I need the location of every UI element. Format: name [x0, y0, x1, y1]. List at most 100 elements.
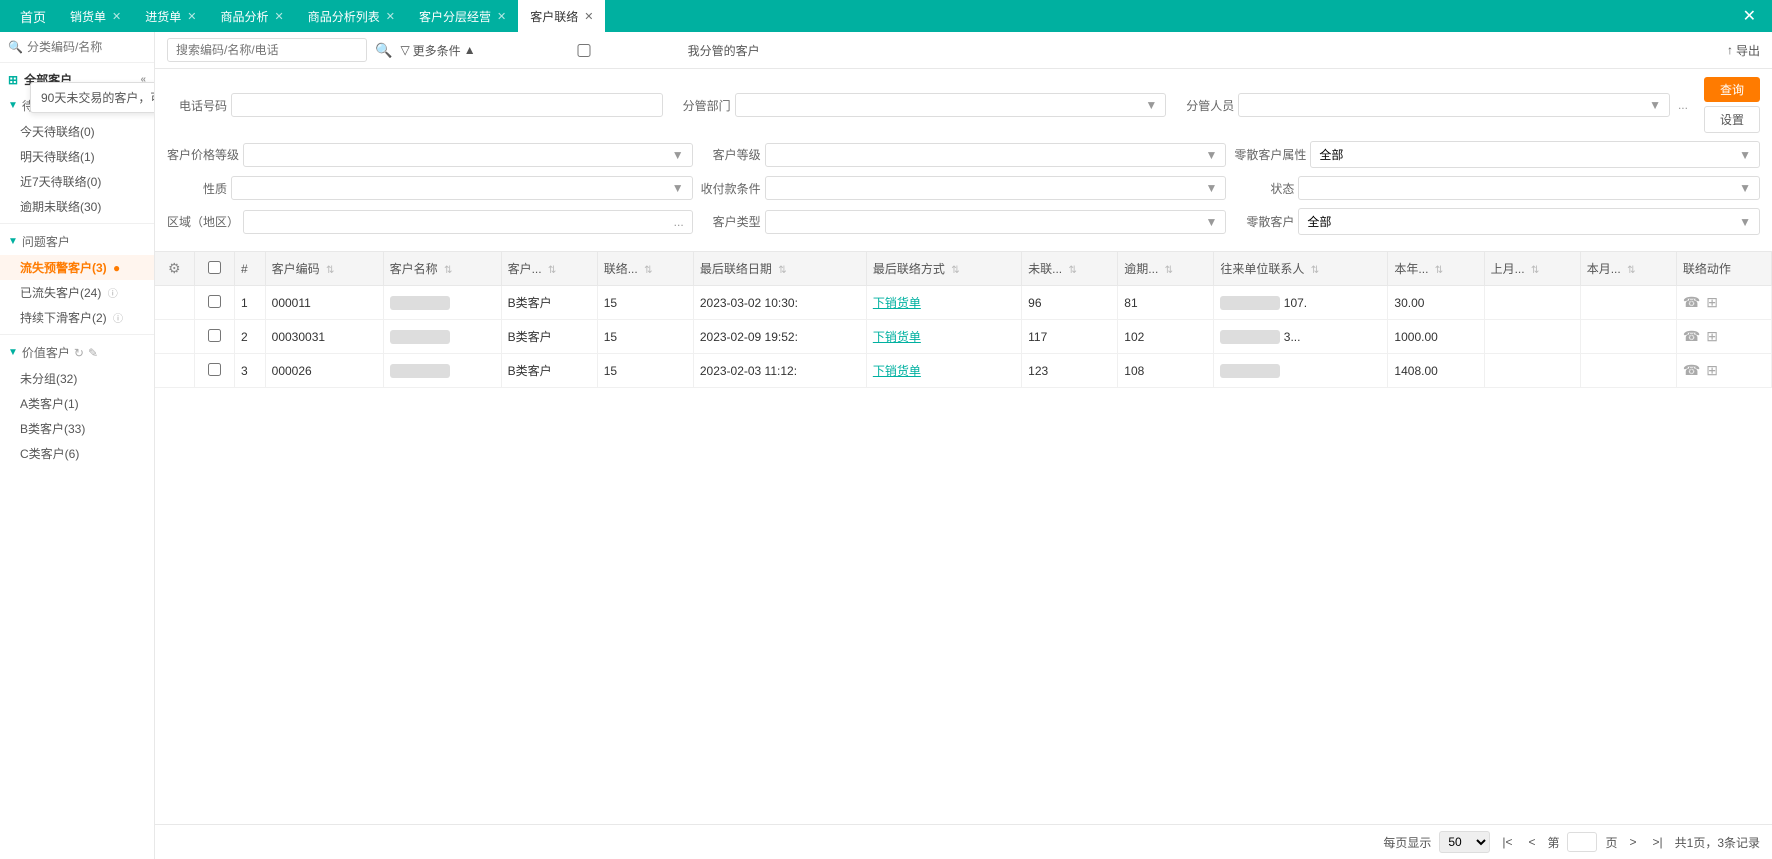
- filter-payment-select[interactable]: ▼: [765, 176, 1227, 200]
- row-select-0[interactable]: [208, 295, 221, 308]
- row-select-1[interactable]: [208, 329, 221, 342]
- nav-home[interactable]: 首页: [8, 0, 58, 32]
- page-first-btn[interactable]: |<: [1498, 833, 1516, 851]
- export-btn[interactable]: ↑ 导出: [1727, 42, 1760, 59]
- edit-value-icon[interactable]: ✎: [88, 346, 98, 360]
- action-contact-icon-0[interactable]: ☎: [1683, 294, 1700, 311]
- filter-dept-select[interactable]: ▼: [735, 93, 1167, 117]
- query-button[interactable]: 查询: [1704, 77, 1760, 102]
- filter-customer-tier-select[interactable]: ▼: [765, 143, 1227, 167]
- sort-this-month[interactable]: ⇅: [1627, 265, 1635, 276]
- close-tab-analysis-list[interactable]: ✕: [386, 10, 395, 23]
- close-tab-sales[interactable]: ✕: [112, 10, 121, 23]
- sort-last-month[interactable]: ⇅: [1531, 265, 1539, 276]
- refresh-value-icon[interactable]: ↻: [74, 346, 84, 360]
- action-more-icon-1[interactable]: ⊞: [1706, 328, 1718, 345]
- table-header-last-month[interactable]: 上月... ⇅: [1484, 252, 1580, 286]
- sidebar-item-declining[interactable]: 持续下滑客户(2) ⓘ: [0, 305, 154, 330]
- sort-last-date[interactable]: ⇅: [778, 265, 786, 276]
- table-header-type[interactable]: 客户... ⇅: [501, 252, 597, 286]
- filter-price-tier-select[interactable]: ▼: [243, 143, 693, 167]
- row-checkbox-0[interactable]: [194, 286, 234, 320]
- filter-phone-input[interactable]: [231, 93, 663, 117]
- table-header-last-way[interactable]: 最后联络方式 ⇅: [866, 252, 1021, 286]
- sidebar-item-a-class[interactable]: A类客户(1): [0, 391, 154, 416]
- sort-not-contact[interactable]: ⇅: [1069, 265, 1077, 276]
- close-tab-purchase[interactable]: ✕: [187, 10, 196, 23]
- settings-button[interactable]: 设置: [1704, 106, 1760, 133]
- sidebar-item-tomorrow[interactable]: 明天待联络(1): [0, 144, 154, 169]
- my-customers-checkbox[interactable]: [484, 44, 684, 57]
- table-header-overdue[interactable]: 逾期... ⇅: [1118, 252, 1214, 286]
- sidebar-item-c-class[interactable]: C类客户(6): [0, 441, 154, 466]
- table-header-unit-contact[interactable]: 往来单位联系人 ⇅: [1214, 252, 1388, 286]
- row-last-way-1[interactable]: 下销货单: [866, 320, 1021, 354]
- sort-last-way[interactable]: ⇅: [951, 265, 959, 276]
- filter-retail-select[interactable]: 全部 ▼: [1298, 208, 1760, 235]
- sort-unit-contact[interactable]: ⇅: [1311, 265, 1319, 276]
- table-header-this-month[interactable]: 本月... ⇅: [1580, 252, 1676, 286]
- nav-tab-sales[interactable]: 销货单 ✕: [58, 0, 133, 32]
- action-contact-icon-2[interactable]: ☎: [1683, 362, 1700, 379]
- action-contact-icon-1[interactable]: ☎: [1683, 328, 1700, 345]
- filter-row1-ellipsis[interactable]: ...: [1678, 98, 1688, 112]
- select-all-checkbox[interactable]: [208, 261, 221, 274]
- sort-name[interactable]: ⇅: [444, 265, 452, 276]
- close-tab-customer-tier[interactable]: ✕: [497, 10, 506, 23]
- table-header-not-contact[interactable]: 未联... ⇅: [1022, 252, 1118, 286]
- nav-tab-analysis-list[interactable]: 商品分析列表 ✕: [296, 0, 407, 32]
- action-more-icon-0[interactable]: ⊞: [1706, 294, 1718, 311]
- sort-type[interactable]: ⇅: [548, 265, 556, 276]
- region-ellipsis[interactable]: ...: [674, 215, 684, 229]
- search-input[interactable]: [167, 38, 367, 62]
- more-filter-btn[interactable]: ▽ 更多条件 ▲: [400, 42, 475, 59]
- sort-overdue[interactable]: ⇅: [1165, 265, 1173, 276]
- table-header-code[interactable]: 客户编码 ⇅: [265, 252, 383, 286]
- sidebar-item-ungrouped[interactable]: 未分组(32): [0, 366, 154, 391]
- sort-contact[interactable]: ⇅: [644, 265, 652, 276]
- sidebar-item-7days[interactable]: 近7天待联络(0): [0, 169, 154, 194]
- row-checkbox-2[interactable]: [194, 354, 234, 388]
- sidebar-item-churned[interactable]: 已流失客户(24) ⓘ: [0, 280, 154, 305]
- page-last-btn[interactable]: >|: [1649, 833, 1667, 851]
- filter-arrow: ▲: [464, 43, 476, 57]
- filter-region-select[interactable]: ...: [243, 210, 693, 234]
- my-customers-checkbox-label[interactable]: 我分管的客户: [484, 42, 760, 59]
- table-header-name[interactable]: 客户名称 ⇅: [383, 252, 501, 286]
- per-page-select[interactable]: 50 100 200: [1439, 831, 1490, 853]
- row-last-way-2[interactable]: 下销货单: [866, 354, 1021, 388]
- filter-retail-attr-select[interactable]: 全部 ▼: [1310, 141, 1760, 168]
- filter-nature-select[interactable]: ▼: [231, 176, 693, 200]
- row-last-way-0[interactable]: 下销货单: [866, 286, 1021, 320]
- page-input[interactable]: 1: [1567, 832, 1597, 852]
- page-next-btn[interactable]: >: [1626, 833, 1641, 851]
- table-header-settings[interactable]: ⚙: [155, 252, 194, 286]
- nav-tab-purchase[interactable]: 进货单 ✕: [133, 0, 208, 32]
- sidebar-search-input[interactable]: [27, 40, 155, 54]
- sidebar-item-today[interactable]: 今天待联络(0): [0, 119, 154, 144]
- action-more-icon-2[interactable]: ⊞: [1706, 362, 1718, 379]
- nav-tab-customer-contact[interactable]: 客户联络 ✕: [518, 0, 605, 32]
- window-close-button[interactable]: ✕: [1735, 6, 1764, 26]
- row-checkbox-1[interactable]: [194, 320, 234, 354]
- sort-this-year[interactable]: ⇅: [1435, 265, 1443, 276]
- table-header-this-year[interactable]: 本年... ⇅: [1388, 252, 1484, 286]
- nav-tab-customer-tier[interactable]: 客户分层经营 ✕: [407, 0, 518, 32]
- table-header-last-date[interactable]: 最后联络日期 ⇅: [693, 252, 866, 286]
- row-select-2[interactable]: [208, 363, 221, 376]
- sidebar-group-problem[interactable]: ▼ 问题客户: [0, 228, 154, 255]
- page-prev-btn[interactable]: <: [1524, 833, 1539, 851]
- sidebar-item-overdue[interactable]: 逾期未联络(30): [0, 194, 154, 219]
- sidebar-group-value[interactable]: ▼ 价值客户 ↻ ✎: [0, 339, 154, 366]
- filter-status-select[interactable]: ▼: [1298, 176, 1760, 200]
- close-tab-analysis[interactable]: ✕: [275, 10, 284, 23]
- filter-customer-type-select[interactable]: ▼: [765, 210, 1227, 234]
- sidebar-item-churn-warning[interactable]: 流失预警客户(3) ●: [0, 255, 154, 280]
- search-button[interactable]: 🔍: [375, 42, 392, 59]
- filter-manager-select[interactable]: ▼: [1238, 93, 1670, 117]
- sort-code[interactable]: ⇅: [326, 265, 334, 276]
- table-header-contact[interactable]: 联络... ⇅: [597, 252, 693, 286]
- nav-tab-analysis[interactable]: 商品分析 ✕: [208, 0, 295, 32]
- close-tab-customer-contact[interactable]: ✕: [584, 10, 593, 23]
- sidebar-item-b-class[interactable]: B类客户(33): [0, 416, 154, 441]
